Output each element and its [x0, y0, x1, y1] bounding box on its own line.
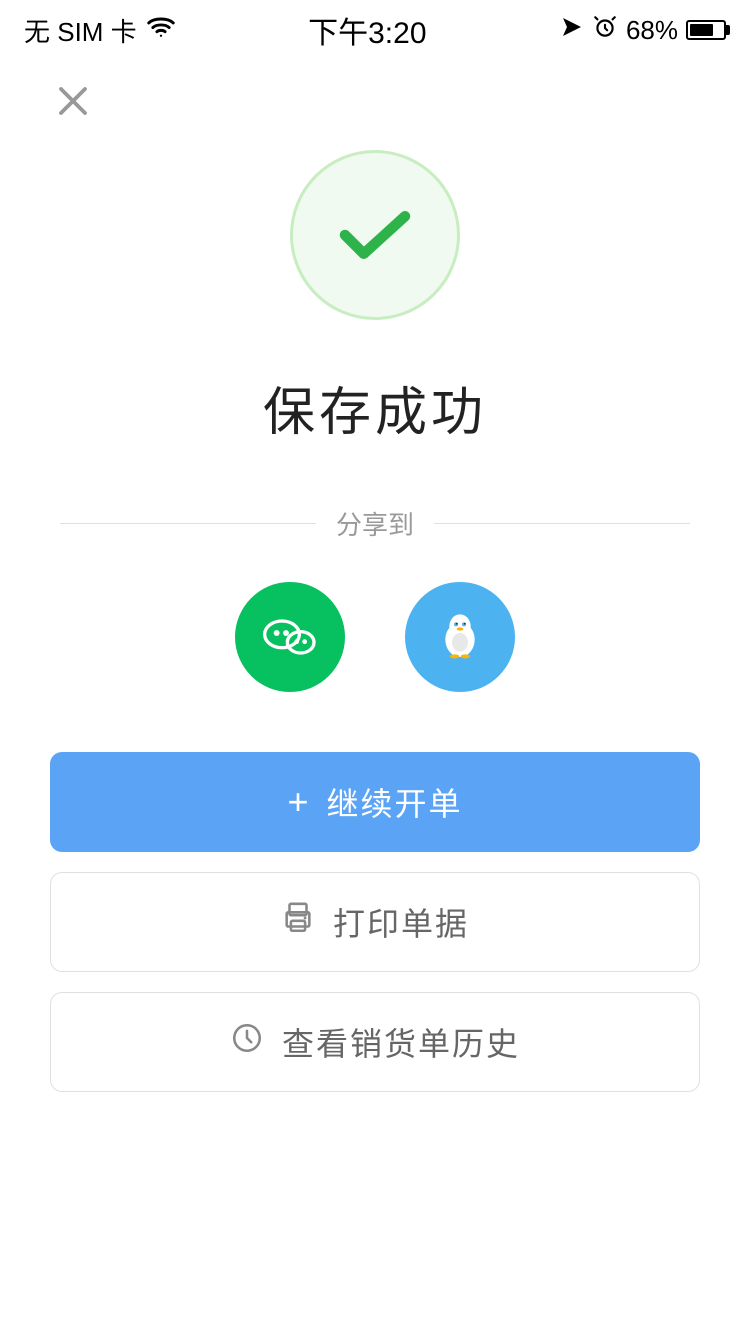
status-left: 无 SIM 卡 — [24, 12, 175, 49]
status-right: 68% — [560, 14, 726, 47]
carrier-text: 无 SIM 卡 — [24, 12, 137, 49]
success-icon-circle — [290, 150, 460, 320]
share-wechat-button[interactable] — [235, 582, 345, 692]
continue-button[interactable]: + 继续开单 — [50, 752, 700, 852]
share-qq-button[interactable] — [405, 582, 515, 692]
status-time: 下午3:20 — [308, 8, 426, 52]
print-icon — [281, 901, 315, 943]
share-divider: 分享到 — [0, 505, 750, 542]
share-section: 分享到 — [0, 505, 750, 692]
wifi-icon — [147, 13, 175, 48]
continue-icon: + — [287, 781, 308, 823]
continue-label: 继续开单 — [327, 779, 463, 825]
print-label: 打印单据 — [333, 899, 469, 945]
main-content: 保存成功 分享到 — [0, 60, 750, 1092]
share-icons — [235, 582, 515, 692]
location-icon — [560, 15, 584, 46]
success-title: 保存成功 — [263, 370, 487, 445]
print-button[interactable]: 打印单据 — [50, 872, 700, 972]
battery-icon — [686, 20, 726, 40]
alarm-icon — [592, 14, 618, 47]
action-buttons: + 继续开单 打印单据 查看销货单历史 — [0, 752, 750, 1092]
history-button[interactable]: 查看销货单历史 — [50, 992, 700, 1092]
status-bar: 无 SIM 卡 下午3:20 68% — [0, 0, 750, 60]
share-label: 分享到 — [336, 505, 414, 542]
history-label: 查看销货单历史 — [282, 1019, 520, 1065]
history-icon — [230, 1021, 264, 1063]
close-button[interactable] — [48, 76, 98, 126]
battery-percentage: 68% — [626, 15, 678, 46]
